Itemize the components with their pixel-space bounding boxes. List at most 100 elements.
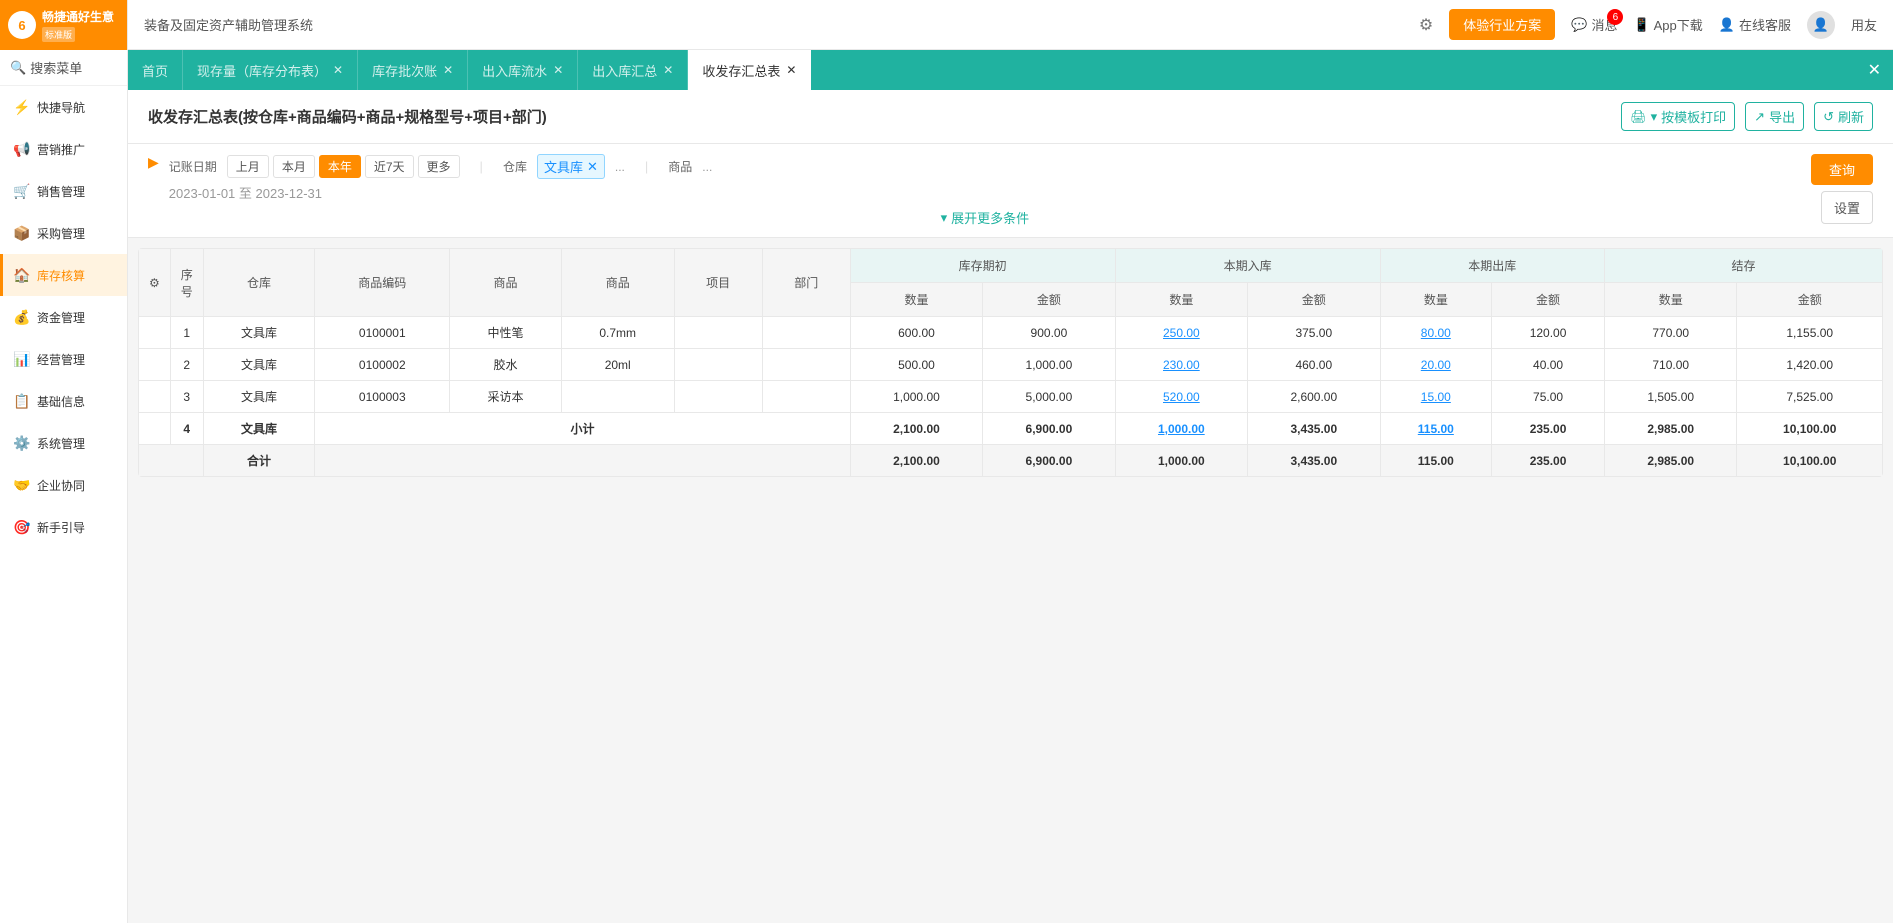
sub-open-amt: 6,900.00 [983,413,1115,445]
warehouse-tag: 文具库 ✕ [537,154,605,179]
app-name: 畅捷通好生意 [42,8,114,25]
tab-inventory-dist-close[interactable]: ✕ [333,64,343,76]
row-department [762,349,850,381]
row-out-qty[interactable]: 80.00 [1380,317,1492,349]
settings-btn[interactable]: 设置 [1821,191,1873,224]
th-in-qty: 数量 [1115,283,1247,317]
app-download-label: App下载 [1654,15,1703,34]
close-all-tabs[interactable]: ✕ [1856,60,1893,80]
sidebar-item-marketing[interactable]: 📢 营销推广 [0,128,127,170]
page-header: 收发存汇总表(按仓库+商品编码+商品+规格型号+项目+部门) 🖨 ▾ 按模板打印… [128,90,1893,144]
row-out-qty[interactable]: 20.00 [1380,349,1492,381]
sidebar-item-operations[interactable]: 📊 经营管理 [0,338,127,380]
print-btn[interactable]: 🖨 ▾ 按模板打印 [1621,102,1735,131]
page-title: 收发存汇总表(按仓库+商品编码+商品+规格型号+项目+部门) [148,106,547,127]
sidebar-item-quicknav[interactable]: ⚡ 快捷导航 [0,86,127,128]
tab-recv-send[interactable]: 收发存汇总表 ✕ [688,50,811,90]
date-btn-this-year[interactable]: 本年 [319,155,361,178]
query-btn[interactable]: 查询 [1811,154,1873,185]
export-icon: ↗ [1754,109,1765,125]
tab-recv-send-close[interactable]: ✕ [786,64,796,76]
th-out-amt: 金额 [1492,283,1605,317]
refresh-label: 刷新 [1838,107,1864,126]
sales-label: 销售管理 [37,183,85,200]
date-btn-7days[interactable]: 近7天 [365,155,414,178]
messages-btn[interactable]: 💬 消息 6 [1571,15,1617,34]
tab-batch-account[interactable]: 库存批次账 ✕ [358,50,468,90]
row-in-qty[interactable]: 520.00 [1115,381,1247,413]
filter-fields: 记账日期 上月 本月 本年 近7天 更多 | 仓库 文具库 ✕ [169,154,1801,227]
row-in-amt: 375.00 [1248,317,1380,349]
page-actions: 🖨 ▾ 按模板打印 ↗ 导出 ↺ 刷新 [1621,102,1873,131]
total-close-qty: 2,985.00 [1604,445,1736,477]
inventory-icon: 🏠 [13,266,31,284]
filter-collapse-btn[interactable]: ▶ [148,154,159,171]
sidebar-item-inventory[interactable]: 🏠 库存核算 [0,254,127,296]
sidebar-item-newbie[interactable]: 🎯 新手引导 [0,506,127,548]
newbie-label: 新手引导 [37,519,85,536]
row-warehouse: 文具库 [203,317,315,349]
goods-label: 商品 [668,158,692,175]
system-title: 装备及固定资产辅助管理系统 [144,15,1407,34]
avatar[interactable]: 👤 [1807,11,1835,39]
total-out-amt: 235.00 [1492,445,1605,477]
sidebar-item-system[interactable]: ⚙️ 系统管理 [0,422,127,464]
marketing-icon: 📢 [13,140,31,158]
th-settings[interactable]: ⚙ [139,249,171,317]
sub-in-qty[interactable]: 1,000.00 [1115,413,1247,445]
refresh-btn[interactable]: ↺ 刷新 [1814,102,1873,131]
system-label: 系统管理 [37,435,85,452]
expand-more-btn[interactable]: ▾ 展开更多条件 [169,208,1801,227]
finance-icon: 💰 [13,308,31,326]
tab-io-flow-close[interactable]: ✕ [553,64,563,76]
tab-io-summary[interactable]: 出入库汇总 ✕ [578,50,688,90]
row-open-qty: 1,000.00 [850,381,982,413]
sidebar-item-sales[interactable]: 🛒 销售管理 [0,170,127,212]
purchase-icon: 📦 [13,224,31,242]
gear-icon[interactable]: ⚙ [1419,15,1433,35]
sub-out-qty[interactable]: 115.00 [1380,413,1492,445]
sidebar-item-finance[interactable]: 💰 资金管理 [0,296,127,338]
row-name: 胶水 [450,349,562,381]
online-service-btn[interactable]: 👤 在线客服 [1719,15,1791,34]
table-header-row-1: ⚙ 序号 仓库 商品编码 商品 商品 项目 部门 库存期初 本期入库 本期出库 … [139,249,1883,283]
app-download-btn[interactable]: 📱 App下载 [1633,15,1702,34]
date-range-display: 2023-01-01 至 2023-12-31 [169,183,1801,202]
tab-io-flow[interactable]: 出入库流水 ✕ [468,50,578,90]
tab-io-summary-close[interactable]: ✕ [663,64,673,76]
basic-icon: 📋 [13,392,31,410]
topbar-actions: ⚙ 体验行业方案 💬 消息 6 📱 App下载 👤 在线客服 👤 用友 [1419,9,1877,40]
goods-more[interactable]: ... [702,160,712,174]
row-in-qty[interactable]: 250.00 [1115,317,1247,349]
date-btn-more[interactable]: 更多 [418,155,460,178]
tab-home[interactable]: 首页 [128,50,183,90]
tab-batch-account-close[interactable]: ✕ [443,64,453,76]
finance-label: 资金管理 [37,309,85,326]
sidebar-item-basic[interactable]: 📋 基础信息 [0,380,127,422]
table-row: 2 文具库 0100002 胶水 20ml 500.00 1,000.00 23… [139,349,1883,381]
sidebar-item-purchase[interactable]: 📦 采购管理 [0,212,127,254]
row-close-qty: 710.00 [1604,349,1736,381]
row-open-amt: 900.00 [983,317,1115,349]
message-icon: 💬 [1571,17,1587,33]
row-in-qty[interactable]: 230.00 [1115,349,1247,381]
download-icon: 📱 [1633,17,1649,33]
row-project [674,317,762,349]
warehouse-tag-close[interactable]: ✕ [587,159,598,175]
export-btn[interactable]: ↗ 导出 [1745,102,1804,131]
row-out-qty[interactable]: 15.00 [1380,381,1492,413]
warehouse-more[interactable]: ... [615,160,625,174]
row-out-amt: 40.00 [1492,349,1605,381]
operations-label: 经营管理 [37,351,85,368]
date-btn-this-month[interactable]: 本月 [273,155,315,178]
enterprise-label: 企业协同 [37,477,85,494]
search-menu[interactable]: 🔍 搜索菜单 [0,50,127,86]
tab-io-flow-label: 出入库流水 [482,61,547,80]
tab-inventory-dist[interactable]: 现存量（库存分布表） ✕ [183,50,358,90]
th-warehouse: 仓库 [203,249,315,317]
sidebar-item-enterprise[interactable]: 🤝 企业协同 [0,464,127,506]
chevron-down-icon: ▾ [941,210,948,226]
date-btn-last-month[interactable]: 上月 [227,155,269,178]
row-num: 3 [170,381,203,413]
experience-btn[interactable]: 体验行业方案 [1449,9,1555,40]
